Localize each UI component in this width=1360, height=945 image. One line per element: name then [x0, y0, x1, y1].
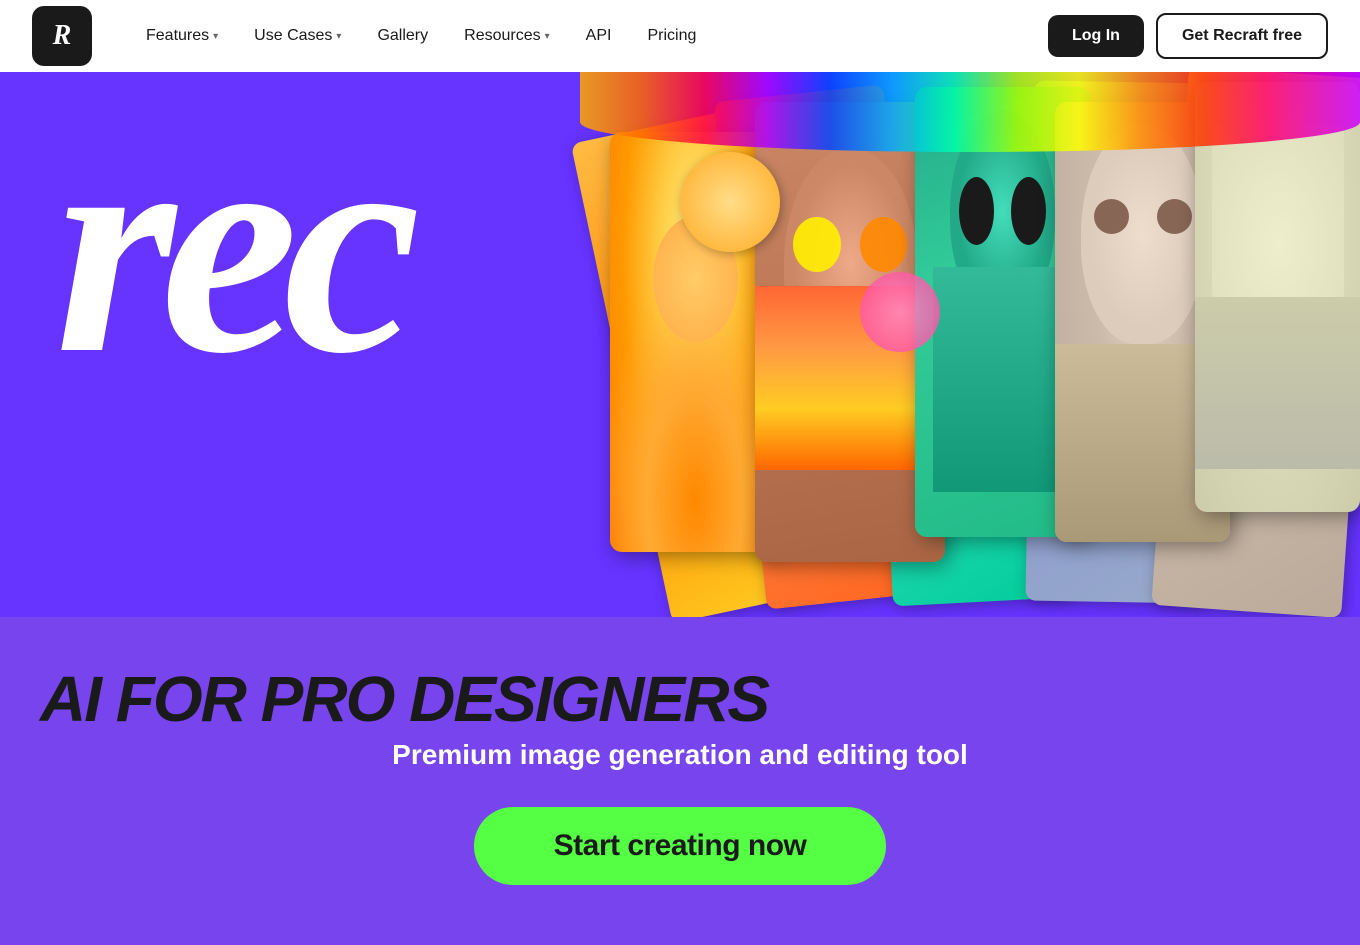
nav-gallery-label: Gallery	[377, 27, 428, 45]
get-recraft-free-button[interactable]: Get Recraft free	[1156, 13, 1328, 59]
rainbow-bar	[580, 72, 1360, 152]
chevron-down-icon: ▾	[213, 31, 218, 42]
logo-letter: R	[53, 20, 72, 52]
hero-top: rec	[0, 72, 1360, 617]
nav-features-label: Features	[146, 27, 209, 45]
headline-container: AI FOR PRO DESIGNERS	[0, 667, 1360, 731]
logo[interactable]: R	[32, 6, 92, 66]
hero-big-text: rec	[55, 107, 406, 386]
hero-headline: AI FOR PRO DESIGNERS	[40, 667, 1320, 731]
sphere-2	[860, 272, 940, 352]
nav-features[interactable]: Features ▾	[132, 19, 232, 53]
nav-pricing[interactable]: Pricing	[633, 19, 710, 53]
chevron-down-icon: ▾	[336, 31, 341, 42]
hero-recraft-display: rec	[55, 107, 406, 386]
nav-api[interactable]: API	[572, 19, 626, 53]
nav-gallery[interactable]: Gallery	[363, 19, 442, 53]
sphere-1	[680, 152, 780, 252]
nav-pricing-label: Pricing	[647, 27, 696, 45]
portrait-5	[1195, 82, 1360, 512]
login-button[interactable]: Log In	[1048, 15, 1144, 57]
hero-collage	[580, 72, 1360, 617]
hero-subheadline: Premium image generation and editing too…	[0, 739, 1360, 771]
nav-actions: Log In Get Recraft free	[1048, 13, 1328, 59]
nav-use-cases-label: Use Cases	[254, 27, 332, 45]
nav-resources[interactable]: Resources ▾	[450, 19, 564, 53]
nav-use-cases[interactable]: Use Cases ▾	[240, 19, 355, 53]
chevron-down-icon: ▾	[545, 31, 550, 42]
nav-api-label: API	[586, 27, 612, 45]
cta-button[interactable]: Start creating now	[474, 807, 887, 885]
nav-links: Features ▾ Use Cases ▾ Gallery Resources…	[132, 19, 1048, 53]
navbar: R Features ▾ Use Cases ▾ Gallery Resourc…	[0, 0, 1360, 72]
hero-bottom: AI FOR PRO DESIGNERS Premium image gener…	[0, 617, 1360, 945]
nav-resources-label: Resources	[464, 27, 540, 45]
